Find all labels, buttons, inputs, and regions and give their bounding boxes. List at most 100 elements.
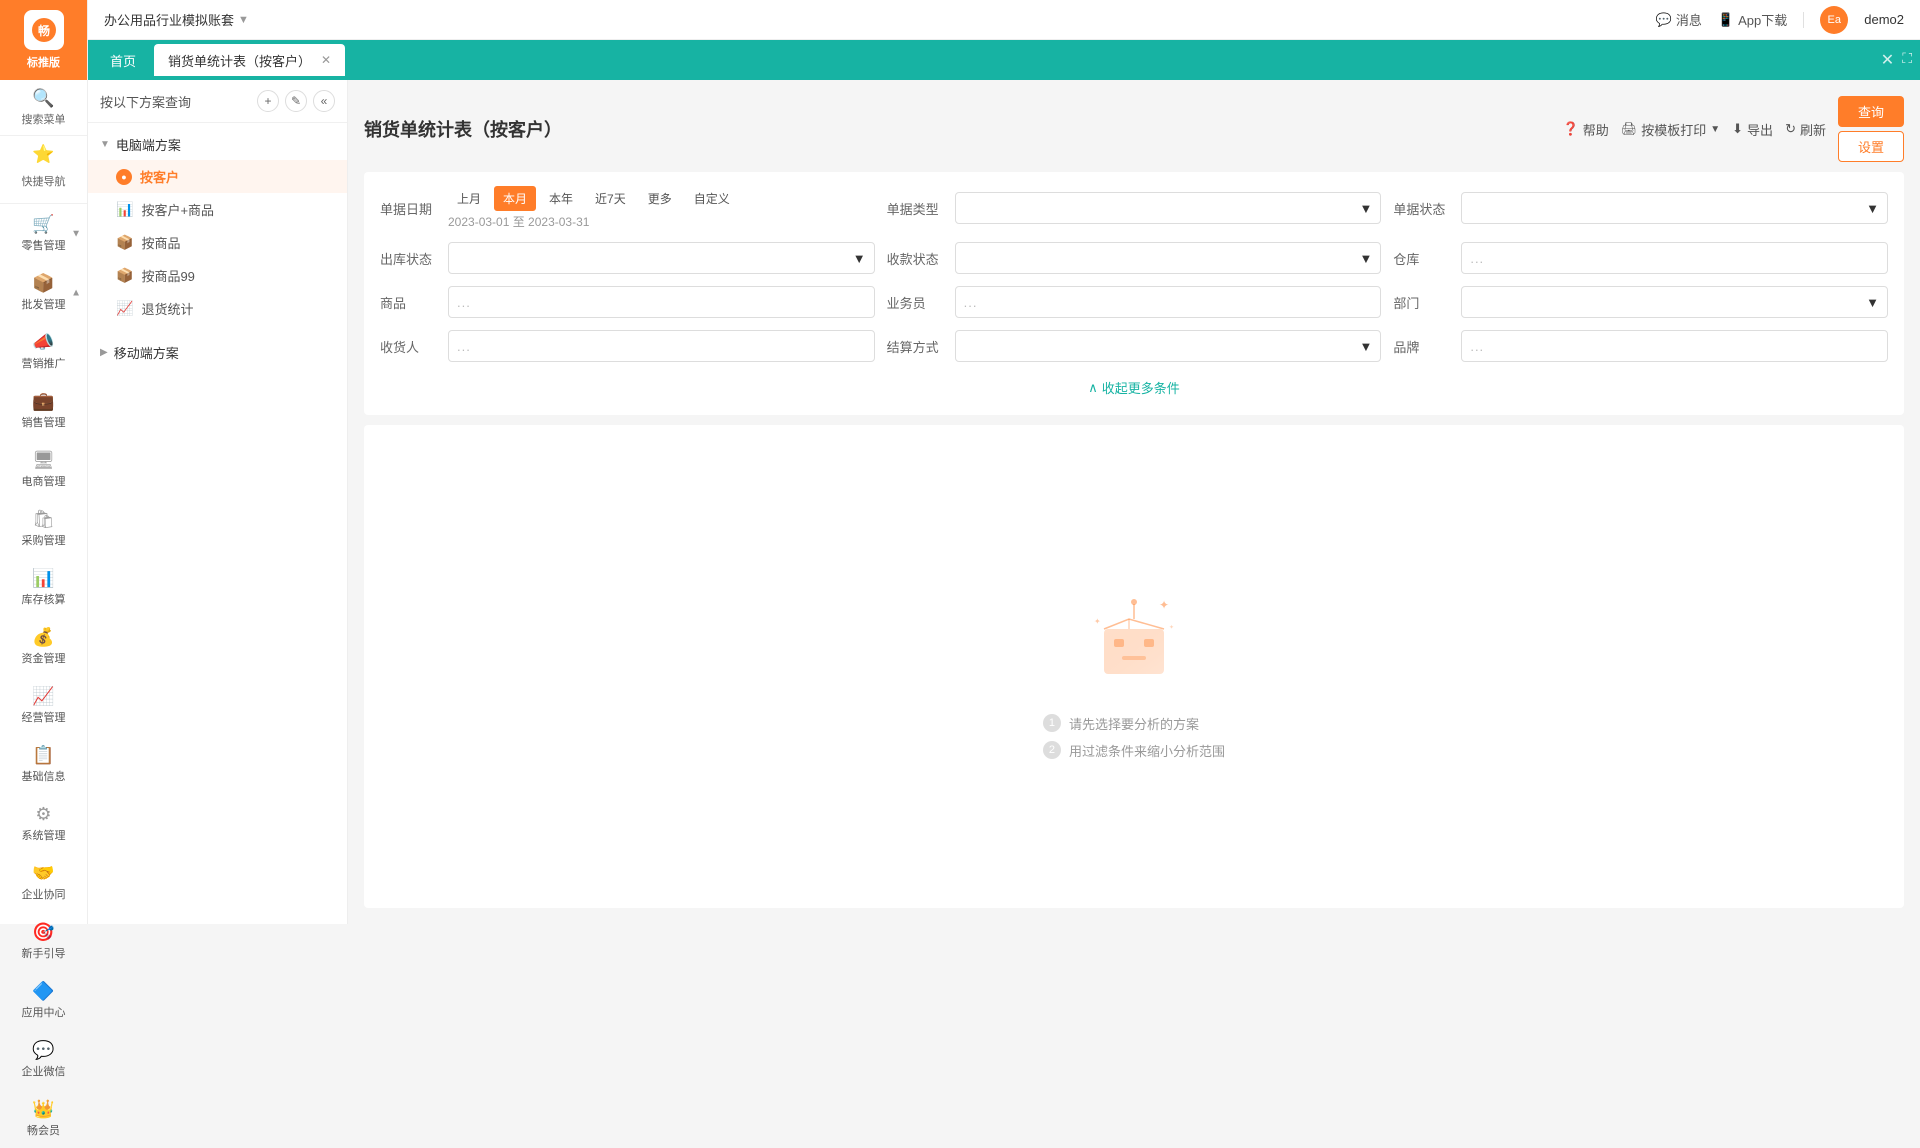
sidebar-item-member[interactable]: 👑 畅会员: [0, 1089, 87, 1148]
retail-icon: 🛒: [32, 214, 54, 235]
inventory-label: 库存核算: [22, 591, 66, 607]
sidebar-item-operations[interactable]: 📈 经营管理: [0, 676, 87, 735]
message-action[interactable]: 💬 消息: [1656, 10, 1702, 29]
sidebar-item-app-center[interactable]: 🔷 应用中心: [0, 971, 87, 1030]
cooperation-label: 企业协同: [22, 886, 66, 902]
wholesale-icon: 📦: [32, 273, 54, 294]
warehouse-label: 仓库: [1393, 249, 1453, 268]
sidebar-search-section[interactable]: 🔍 搜索菜单: [0, 80, 87, 136]
page-content: 按以下方案查询 + ✎ « ▼ 电脑端方案 ● 按客户: [88, 80, 1920, 924]
collapse-btn[interactable]: ∧ 收起更多条件: [380, 374, 1888, 401]
date-btn-7days[interactable]: 近7天: [586, 186, 635, 211]
header-left: 办公用品行业模拟账套 ▼: [104, 10, 249, 29]
app-download-label: App下载: [1738, 10, 1787, 29]
product-label: 商品: [380, 293, 440, 312]
add-scheme-btn[interactable]: +: [257, 90, 279, 112]
tab-sales-stats[interactable]: 销货单统计表（按客户） ✕: [154, 44, 345, 76]
mobile-section-header[interactable]: ▶ 移动端方案: [88, 337, 347, 368]
date-btn-more[interactable]: 更多: [639, 186, 681, 211]
filter-brand: 品牌 ...: [1393, 330, 1888, 362]
member-label: 畅会员: [27, 1122, 60, 1138]
tip-num-1: 1: [1043, 714, 1061, 732]
sidebar-item-wechat[interactable]: 💬 企业微信: [0, 1030, 87, 1089]
template-print-icon: 🖨: [1621, 121, 1638, 137]
window-expand-icon[interactable]: ⛶: [1902, 50, 1912, 70]
left-panel: 按以下方案查询 + ✎ « ▼ 电脑端方案 ● 按客户: [88, 80, 348, 924]
sidebar-item-cooperation[interactable]: 🤝 企业协同: [0, 853, 87, 912]
sidebar-item-sales[interactable]: 💼 销售管理: [0, 381, 87, 440]
edit-scheme-btn[interactable]: ✎: [285, 90, 307, 112]
date-btn-custom[interactable]: 自定义: [685, 186, 739, 211]
user-name[interactable]: demo2: [1864, 12, 1904, 27]
tab-close-icon[interactable]: ✕: [321, 53, 331, 67]
sidebar-item-retail[interactable]: 🛒 零售管理 ▼: [0, 204, 87, 263]
tab-home[interactable]: 首页: [96, 44, 150, 76]
quick-nav-label[interactable]: 快捷导航: [22, 167, 66, 195]
quick-nav-section[interactable]: ⭐ 快捷导航: [0, 136, 87, 204]
date-filter-control: 上月 本月 本年 近7天 更多 自定义 2023-03-01 至 2023-03…: [448, 186, 875, 230]
return-stats-icon: 📈: [116, 300, 133, 317]
settings-btn[interactable]: 设置: [1838, 131, 1904, 162]
sidebar-item-purchase[interactable]: 🛍 采购管理: [0, 499, 87, 558]
sidebar-item-wholesale[interactable]: 📦 批发管理 ▲: [0, 263, 87, 322]
refresh-btn[interactable]: ↻ 刷新: [1785, 120, 1826, 139]
salesperson-control[interactable]: ...: [955, 286, 1382, 318]
filter-row-2: 出库状态 ▼ 收款状态 ▼ 仓库: [380, 242, 1888, 274]
department-dropdown-icon: ▼: [1866, 295, 1879, 310]
sidebar-item-marketing[interactable]: 📣 营销推广: [0, 322, 87, 381]
industry-select[interactable]: 办公用品行业模拟账套 ▼: [104, 10, 249, 29]
date-btn-this-year[interactable]: 本年: [540, 186, 582, 211]
sidebar-item-basic[interactable]: 📋 基础信息: [0, 735, 87, 794]
operations-icon: 📈: [32, 686, 54, 707]
wechat-label: 企业微信: [22, 1063, 66, 1079]
help-btn[interactable]: ❓ 帮助: [1563, 120, 1609, 139]
receiver-control[interactable]: ...: [448, 330, 875, 362]
warehouse-control[interactable]: ...: [1461, 242, 1888, 274]
sidebar-item-system[interactable]: ⚙ 系统管理: [0, 794, 87, 853]
item-by-customer-label: 按客户: [140, 167, 179, 186]
template-print-dropdown-icon: ▼: [1710, 124, 1720, 135]
window-close-icon[interactable]: ✕: [1881, 50, 1894, 70]
pay-status-control[interactable]: ▼: [955, 242, 1382, 274]
panel-item-by-customer[interactable]: ● 按客户: [88, 160, 347, 193]
avatar[interactable]: Ea: [1820, 6, 1848, 34]
member-icon: 👑: [32, 1099, 54, 1120]
date-btn-this-month[interactable]: 本月: [494, 186, 536, 211]
empty-illustration: ✦ ✦ ✦: [1074, 574, 1194, 694]
panel-item-by-product99[interactable]: 📦 按商品99: [88, 259, 347, 292]
logo[interactable]: 畅 标推版: [0, 0, 87, 80]
receiver-label: 收货人: [380, 337, 440, 356]
retail-label: 零售管理: [22, 237, 66, 253]
brand-control[interactable]: ...: [1461, 330, 1888, 362]
panel-item-by-customer-product[interactable]: 📊 按客户+商品: [88, 193, 347, 226]
filter-product: 商品 ...: [380, 286, 875, 318]
export-btn[interactable]: ⬇ 导出: [1732, 120, 1773, 139]
payment-method-control[interactable]: ▼: [955, 330, 1382, 362]
guide-icon: 🎯: [32, 922, 54, 943]
date-range: 2023-03-01 至 2023-03-31: [448, 213, 875, 230]
collapse-panel-btn[interactable]: «: [313, 90, 335, 112]
marketing-icon: 📣: [32, 332, 54, 353]
out-status-control[interactable]: ▼: [448, 242, 875, 274]
date-btn-last-month[interactable]: 上月: [448, 186, 490, 211]
panel-item-by-product[interactable]: 📦 按商品: [88, 226, 347, 259]
type-control[interactable]: ▼: [955, 192, 1382, 224]
search-menu-label[interactable]: 搜索菜单: [22, 111, 66, 127]
sidebar-item-guide[interactable]: 🎯 新手引导: [0, 912, 87, 971]
basic-icon: 📋: [32, 745, 54, 766]
app-download-action[interactable]: 📱 App下载: [1718, 10, 1787, 29]
svg-text:✦: ✦: [1169, 624, 1174, 631]
query-btn[interactable]: 查询: [1838, 96, 1904, 127]
refresh-label: 刷新: [1800, 120, 1826, 139]
sidebar-item-inventory[interactable]: 📊 库存核算: [0, 558, 87, 617]
department-control[interactable]: ▼: [1461, 286, 1888, 318]
product-control[interactable]: ...: [448, 286, 875, 318]
sidebar-item-ecommerce[interactable]: 🖥 电商管理: [0, 440, 87, 499]
template-print-btn[interactable]: 🖨 按模板打印 ▼: [1621, 120, 1720, 139]
desktop-section-header[interactable]: ▼ 电脑端方案: [88, 129, 347, 160]
customer-product-icon: 📊: [116, 201, 133, 218]
panel-item-return-stats[interactable]: 📈 退货统计: [88, 292, 347, 325]
status-control[interactable]: ▼: [1461, 192, 1888, 224]
sidebar-item-finance[interactable]: 💰 资金管理: [0, 617, 87, 676]
marketing-label: 营销推广: [22, 355, 66, 371]
